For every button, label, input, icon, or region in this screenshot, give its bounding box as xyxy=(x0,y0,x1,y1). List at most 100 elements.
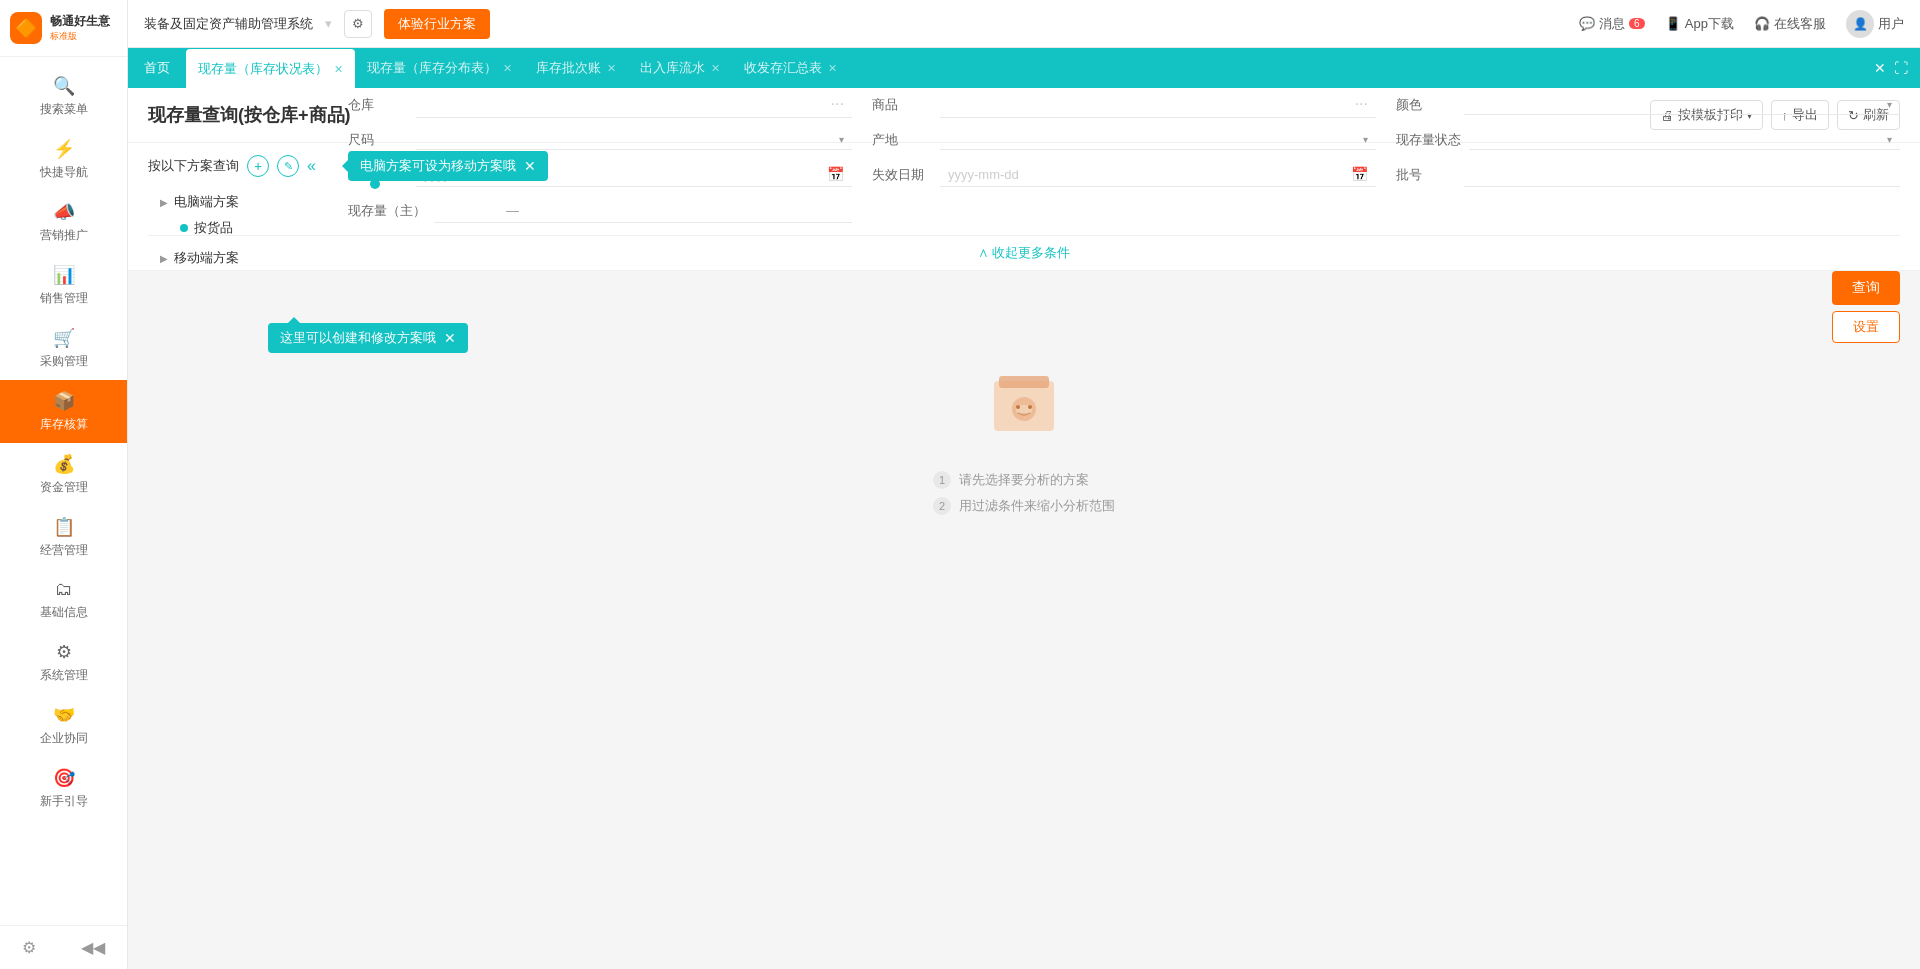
reset-button[interactable]: 设置 xyxy=(1832,311,1900,343)
tip-num-2: 2 xyxy=(933,497,951,515)
sidebar-item-inventory[interactable]: 📦 库存核算 xyxy=(0,380,127,443)
range-dash: — xyxy=(506,203,519,218)
field-batch: 批号 xyxy=(1396,162,1900,187)
sidebar-footer: ⚙ ◀◀ xyxy=(0,925,127,969)
tab-close-all-btn[interactable]: ✕ xyxy=(1874,60,1886,76)
message-icon: 💬 xyxy=(1579,16,1595,31)
scheme-edit-tooltip: 这里可以创建和修改方案哦 ✕ xyxy=(268,323,468,353)
header-right: 💬 消息 6 📱 App下载 🎧 在线客服 👤 用户 xyxy=(1579,10,1904,38)
tab-close-inventory-dist[interactable]: ✕ xyxy=(503,62,512,75)
tab-close-inventory-status[interactable]: ✕ xyxy=(334,63,343,76)
filter-fields-wrapper: 仓库 ··· 商品 ··· 颜色 xyxy=(348,91,1900,235)
folder-icon: 🗂 xyxy=(55,579,73,600)
sidebar-item-management[interactable]: 📋 经营管理 xyxy=(0,506,127,569)
tab-close-batch[interactable]: ✕ xyxy=(607,62,616,75)
tooltip-edit-close[interactable]: ✕ xyxy=(444,330,456,346)
scheme-mobile-expand-icon: ▶ xyxy=(160,253,168,264)
sidebar-item-finance[interactable]: 💰 资金管理 xyxy=(0,443,127,506)
expire-date-cal-icon: 📅 xyxy=(1351,166,1368,182)
field-origin: 产地 ▾ xyxy=(872,130,1376,150)
lightning-icon: ⚡ xyxy=(53,138,75,160)
logo-text: 畅通好生意 标准版 xyxy=(50,13,110,43)
tab-inventory-dist[interactable]: 现存量（库存分布表） ✕ xyxy=(355,48,524,88)
produce-date-cal-icon: 📅 xyxy=(827,166,844,182)
tip-num-1: 1 xyxy=(933,471,951,489)
sidebar-item-base[interactable]: 🗂 基础信息 xyxy=(0,569,127,631)
collapse-up-icon: ∧ xyxy=(978,245,989,260)
filter-add-button[interactable]: + xyxy=(247,155,269,177)
field-size: 尺码 ▾ xyxy=(348,130,852,150)
collapse-row[interactable]: ∧ 收起更多条件 xyxy=(148,235,1900,270)
industry-button[interactable]: 体验行业方案 xyxy=(384,9,490,39)
origin-select-arrow: ▾ xyxy=(1363,134,1368,145)
tab-home[interactable]: 首页 xyxy=(128,48,186,88)
tab-flow[interactable]: 出入库流水 ✕ xyxy=(628,48,732,88)
svg-point-5 xyxy=(1028,405,1032,409)
chart-icon: 📊 xyxy=(53,264,75,286)
color-select[interactable]: ▾ xyxy=(1464,95,1900,115)
stock-status-arrow: ▾ xyxy=(1887,134,1892,145)
sidebar-item-guide[interactable]: 🎯 新手引导 xyxy=(0,757,127,820)
filter-label: 按以下方案查询 xyxy=(148,157,239,175)
message-item[interactable]: 💬 消息 6 xyxy=(1579,15,1645,33)
search-button[interactable]: 查询 xyxy=(1832,271,1900,305)
scheme-tooltip: 电脑方案可设为移动方案哦 ✕ xyxy=(348,151,548,181)
scheme-expand-icon: ▶ xyxy=(160,197,168,208)
message-badge: 6 xyxy=(1629,18,1645,29)
tooltip-scheme-close[interactable]: ✕ xyxy=(524,158,536,174)
stock-qty-max[interactable] xyxy=(523,203,844,218)
box-icon: 📦 xyxy=(53,390,75,412)
sidebar-item-sales[interactable]: 📊 销售管理 xyxy=(0,254,127,317)
collapse-sidebar-btn[interactable]: ◀◀ xyxy=(81,938,105,957)
stock-qty-input[interactable]: — xyxy=(434,199,852,223)
top-header: 装备及固定资产辅助管理系统 ▾ ⚙ 体验行业方案 💬 消息 6 📱 App下载 … xyxy=(128,0,1920,48)
expire-date-input[interactable]: yyyy-mm-dd 📅 xyxy=(940,162,1376,187)
target-icon: 🎯 xyxy=(53,767,75,789)
sidebar: 🔶 畅通好生意 标准版 🔍 搜索菜单 ⚡ 快捷导航 📣 营销推广 📊 销售管理 … xyxy=(0,0,128,969)
filter-back-button[interactable]: « xyxy=(307,157,316,175)
system-title: 装备及固定资产辅助管理系统 xyxy=(144,15,313,33)
sidebar-nav: 🔍 搜索菜单 ⚡ 快捷导航 📣 营销推广 📊 销售管理 🛒 采购管理 📦 库存核… xyxy=(0,57,127,925)
filter-edit-button[interactable]: ✎ xyxy=(277,155,299,177)
tab-batch-ledger[interactable]: 库存批次账 ✕ xyxy=(524,48,628,88)
page-title: 现存量查询(按仓库+商品) xyxy=(148,103,351,127)
cart-icon: 🛒 xyxy=(53,327,75,349)
user-item[interactable]: 👤 用户 xyxy=(1846,10,1904,38)
app-download-item[interactable]: 📱 App下载 xyxy=(1665,15,1734,33)
warehouse-input[interactable]: ··· xyxy=(416,91,852,118)
sidebar-item-collab[interactable]: 🤝 企业协同 xyxy=(0,694,127,757)
headset-icon: 🎧 xyxy=(1754,16,1770,31)
tab-close-summary[interactable]: ✕ xyxy=(828,62,837,75)
goods-input[interactable]: ··· xyxy=(940,91,1376,118)
sidebar-item-search[interactable]: 🔍 搜索菜单 xyxy=(0,65,127,128)
batch-input[interactable] xyxy=(1464,163,1900,187)
settings-footer-btn[interactable]: ⚙ xyxy=(22,938,36,957)
settings-button[interactable]: ⚙ xyxy=(344,10,372,38)
tabs-bar: 首页 现存量（库存状况表） ✕ 现存量（库存分布表） ✕ 库存批次账 ✕ 出入库… xyxy=(128,48,1920,88)
sidebar-logo: 🔶 畅通好生意 标准版 xyxy=(0,0,127,57)
sidebar-item-system[interactable]: ⚙ 系统管理 xyxy=(0,631,127,694)
tabs-right: ✕ ⛶ xyxy=(1874,60,1920,76)
origin-select[interactable]: ▾ xyxy=(940,130,1376,150)
stock-status-select[interactable]: ▾ xyxy=(1469,130,1900,150)
tab-close-flow[interactable]: ✕ xyxy=(711,62,720,75)
scheme-dot-icon xyxy=(180,224,188,232)
tab-maximize-btn[interactable]: ⛶ xyxy=(1894,60,1908,76)
field-warehouse: 仓库 ··· xyxy=(348,91,852,118)
size-select[interactable]: ▾ xyxy=(416,130,852,150)
main-content: 装备及固定资产辅助管理系统 ▾ ⚙ 体验行业方案 💬 消息 6 📱 App下载 … xyxy=(128,0,1920,969)
filter-area: 按以下方案查询 + ✎ « 电脑方案可设为移动方案哦 ✕ ▶ 电脑端方案 xyxy=(128,143,1920,271)
tab-inventory-status[interactable]: 现存量（库存状况表） ✕ xyxy=(186,49,355,89)
stock-qty-min[interactable] xyxy=(442,203,502,218)
online-support-item[interactable]: 🎧 在线客服 xyxy=(1754,15,1826,33)
logo-icon: 🔶 xyxy=(10,12,42,44)
empty-icon xyxy=(974,351,1074,451)
filter-action-btns: 查询 设置 xyxy=(1832,271,1900,343)
sidebar-item-marketing[interactable]: 📣 营销推广 xyxy=(0,191,127,254)
goods-dots-icon: ··· xyxy=(1355,95,1368,113)
sidebar-item-purchase[interactable]: 🛒 采购管理 xyxy=(0,317,127,380)
handshake-icon: 🤝 xyxy=(53,704,75,726)
sidebar-item-quicknav[interactable]: ⚡ 快捷导航 xyxy=(0,128,127,191)
clipboard-icon: 📋 xyxy=(53,516,75,538)
tab-summary[interactable]: 收发存汇总表 ✕ xyxy=(732,48,849,88)
